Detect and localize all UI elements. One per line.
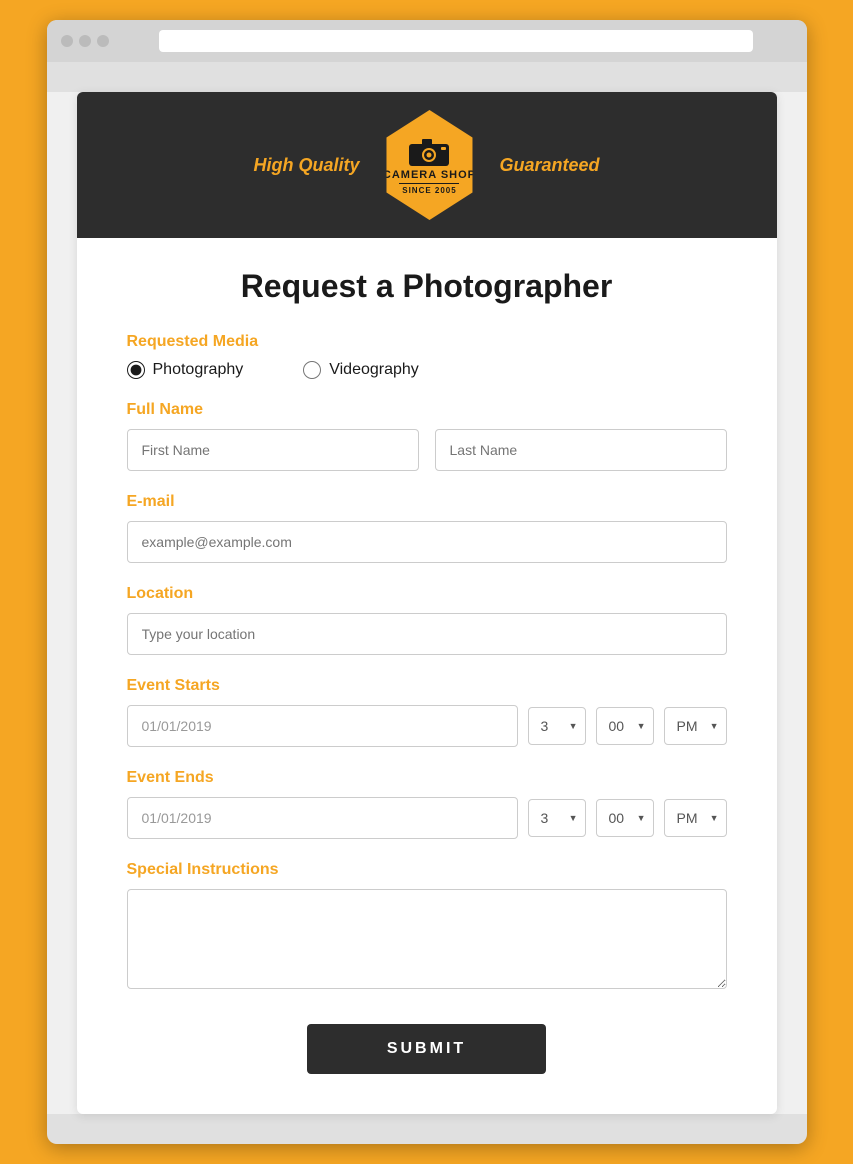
event-starts-ampm[interactable]: AMPM bbox=[664, 707, 727, 745]
camera-icon bbox=[409, 136, 449, 168]
event-ends-row: 3456 78910 1112 00153045 bbox=[127, 797, 727, 839]
radio-photography-option[interactable]: Photography bbox=[127, 361, 244, 379]
main-card: High Quality bbox=[77, 92, 777, 1114]
requested-media-group: Requested Media Photography Videography bbox=[127, 333, 727, 379]
event-starts-minute-wrapper: 00153045 bbox=[596, 707, 654, 745]
location-group: Location bbox=[127, 585, 727, 655]
event-ends-minute-wrapper: 00153045 bbox=[596, 799, 654, 837]
logo-inner: CAMERA SHOP SINCE 2005 bbox=[383, 136, 476, 195]
email-label: E-mail bbox=[127, 493, 727, 511]
logo-text-since: SINCE 2005 bbox=[402, 186, 456, 195]
form-title: Request a Photographer bbox=[127, 268, 727, 305]
special-instructions-group: Special Instructions bbox=[127, 861, 727, 994]
event-ends-ampm-wrapper: AMPM bbox=[664, 799, 727, 837]
email-input[interactable] bbox=[127, 521, 727, 563]
location-label: Location bbox=[127, 585, 727, 603]
browser-dot-green bbox=[97, 35, 109, 47]
special-instructions-input[interactable] bbox=[127, 889, 727, 989]
event-starts-row: 3456 78910 1112 00153045 bbox=[127, 705, 727, 747]
name-input-row bbox=[127, 429, 727, 471]
email-group: E-mail bbox=[127, 493, 727, 563]
last-name-input[interactable] bbox=[435, 429, 727, 471]
event-ends-ampm[interactable]: AMPM bbox=[664, 799, 727, 837]
event-starts-hour[interactable]: 3456 78910 1112 bbox=[528, 707, 586, 745]
event-ends-minute[interactable]: 00153045 bbox=[596, 799, 654, 837]
logo-divider bbox=[399, 183, 459, 184]
event-starts-hour-wrapper: 3456 78910 1112 bbox=[528, 707, 586, 745]
event-ends-group: Event Ends 3456 78910 1112 0 bbox=[127, 769, 727, 839]
event-ends-hour[interactable]: 3456 78910 1112 bbox=[528, 799, 586, 837]
radio-videography-label: Videography bbox=[329, 361, 419, 379]
location-input[interactable] bbox=[127, 613, 727, 655]
event-starts-date[interactable] bbox=[127, 705, 518, 747]
radio-photography-label: Photography bbox=[153, 361, 244, 379]
address-bar[interactable] bbox=[159, 30, 753, 52]
logo-badge: CAMERA SHOP SINCE 2005 bbox=[379, 110, 479, 220]
browser-dot-yellow bbox=[79, 35, 91, 47]
event-starts-group: Event Starts 3456 78910 1112 bbox=[127, 677, 727, 747]
full-name-group: Full Name bbox=[127, 401, 727, 471]
page-wrapper: High Quality bbox=[47, 92, 807, 1114]
requested-media-label: Requested Media bbox=[127, 333, 727, 351]
event-ends-hour-wrapper: 3456 78910 1112 bbox=[528, 799, 586, 837]
header-banner: High Quality bbox=[77, 92, 777, 238]
radio-group: Photography Videography bbox=[127, 361, 727, 379]
form-body: Request a Photographer Requested Media P… bbox=[77, 238, 777, 1114]
tagline-right: Guaranteed bbox=[499, 155, 599, 176]
submit-button[interactable]: SUBMIT bbox=[307, 1024, 546, 1074]
event-ends-label: Event Ends bbox=[127, 769, 727, 787]
browser-toolbar bbox=[47, 20, 807, 62]
special-instructions-label: Special Instructions bbox=[127, 861, 727, 879]
radio-videography-option[interactable]: Videography bbox=[303, 361, 419, 379]
event-starts-minute[interactable]: 00153045 bbox=[596, 707, 654, 745]
browser-dot-red bbox=[61, 35, 73, 47]
first-name-input[interactable] bbox=[127, 429, 419, 471]
event-starts-label: Event Starts bbox=[127, 677, 727, 695]
full-name-label: Full Name bbox=[127, 401, 727, 419]
tagline-left: High Quality bbox=[253, 155, 359, 176]
radio-photography-input[interactable] bbox=[127, 361, 145, 379]
browser-dots bbox=[61, 35, 109, 47]
logo-text-main: CAMERA SHOP bbox=[383, 170, 476, 181]
event-ends-date[interactable] bbox=[127, 797, 518, 839]
event-starts-ampm-wrapper: AMPM bbox=[664, 707, 727, 745]
logo-hexagon: CAMERA SHOP SINCE 2005 bbox=[379, 110, 479, 220]
radio-videography-input[interactable] bbox=[303, 361, 321, 379]
browser-window: High Quality bbox=[47, 20, 807, 1144]
